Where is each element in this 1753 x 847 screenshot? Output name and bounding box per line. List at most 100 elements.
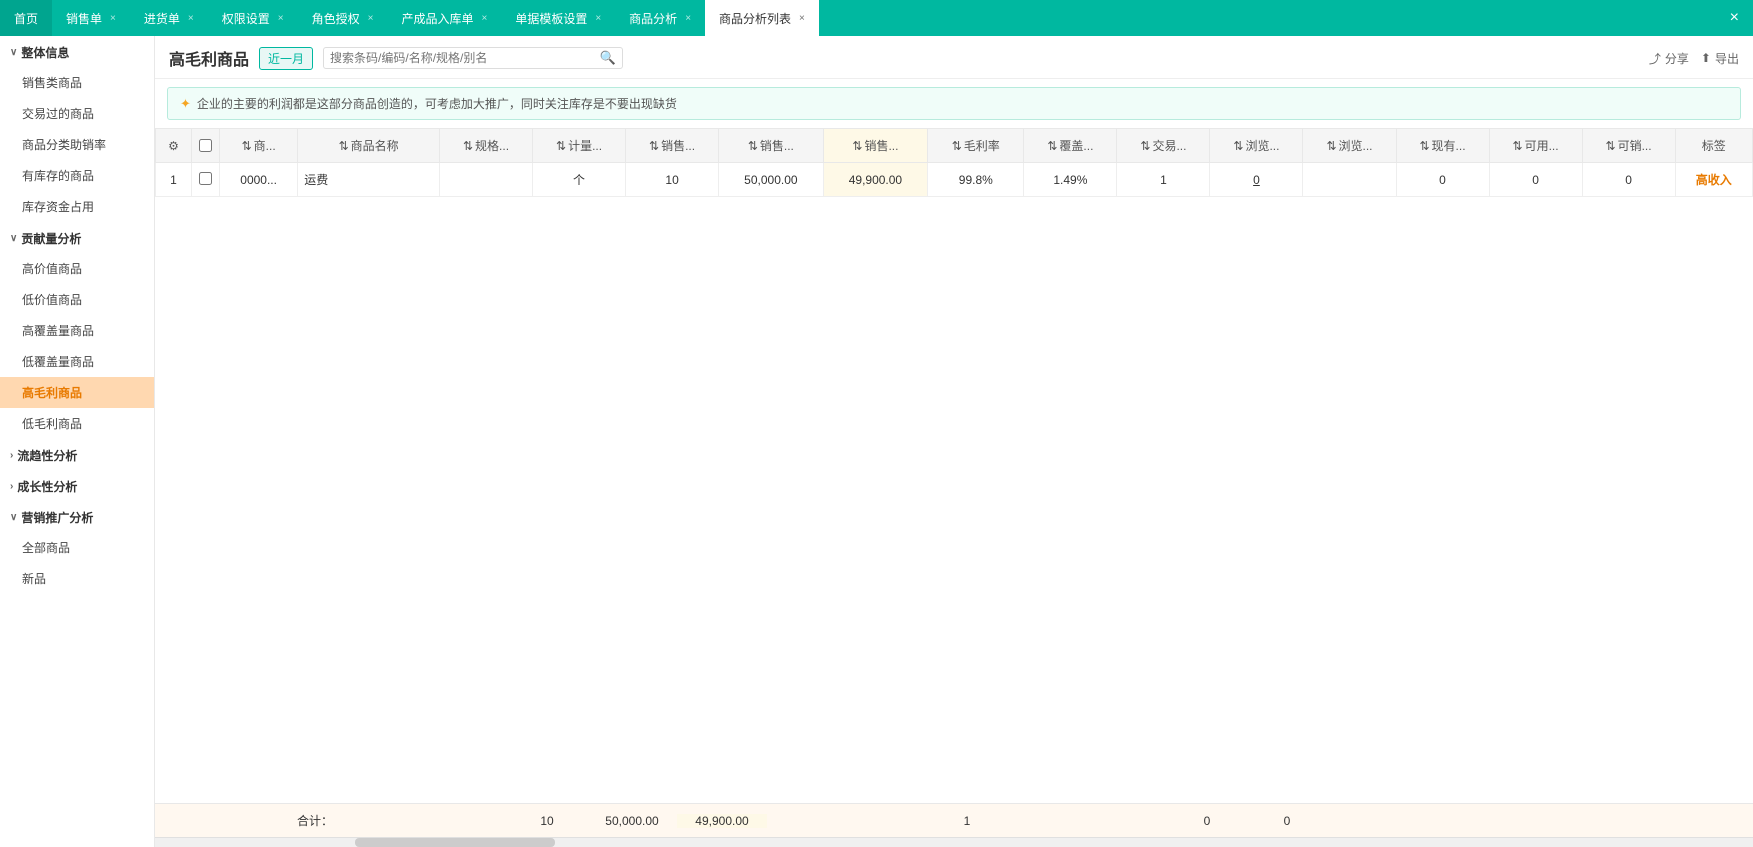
sidebar-group-label: 整体信息 bbox=[21, 44, 69, 61]
row-code: 0000... bbox=[220, 163, 298, 197]
close-icon[interactable]: × bbox=[799, 13, 805, 24]
sidebar-group-contribution[interactable]: ∨ 贡献量分析 bbox=[0, 222, 154, 253]
sidebar-item-category-rate[interactable]: 商品分类助销率 bbox=[0, 129, 154, 160]
close-icon[interactable]: × bbox=[685, 13, 691, 24]
footer-spacer3: 合计： bbox=[297, 812, 387, 829]
sidebar-item-low-coverage[interactable]: 低覆盖量商品 bbox=[0, 346, 154, 377]
row-sales-amount: 50,000.00 bbox=[719, 163, 824, 197]
col-settings[interactable]: ⚙ bbox=[156, 129, 192, 163]
sidebar-item-new-goods[interactable]: 新品 bbox=[0, 563, 154, 594]
sidebar-item-low-margin[interactable]: 低毛利商品 bbox=[0, 408, 154, 439]
sort-icon[interactable]: ⇅ bbox=[1326, 139, 1336, 153]
sidebar-group-label: 流趋性分析 bbox=[17, 447, 77, 464]
footer-sales-profit: 49,900.00 bbox=[677, 814, 767, 828]
col-label: 浏览... bbox=[1245, 137, 1279, 154]
sort-icon[interactable]: ⇅ bbox=[952, 139, 962, 153]
row-name[interactable]: 运费 bbox=[298, 163, 440, 197]
row-checkbox[interactable] bbox=[192, 163, 220, 197]
sort-icon[interactable]: ⇅ bbox=[1140, 139, 1150, 153]
nav-purchase-order[interactable]: 进货单 × bbox=[130, 0, 208, 36]
col-checkbox[interactable] bbox=[192, 129, 220, 163]
close-icon[interactable]: × bbox=[110, 13, 116, 24]
footer-sales-count: 10 bbox=[507, 814, 587, 828]
sort-icon[interactable]: ⇅ bbox=[1233, 139, 1243, 153]
row-gross-margin: 99.8% bbox=[928, 163, 1024, 197]
row-transaction: 1 bbox=[1117, 163, 1210, 197]
row-current-stock: 0 bbox=[1396, 163, 1489, 197]
col-label: 销售... bbox=[760, 137, 794, 154]
row-spec bbox=[440, 163, 533, 197]
nav-home-label: 首页 bbox=[14, 10, 38, 27]
col-name: ⇅商品名称 bbox=[298, 129, 440, 163]
expand-icon: ∨ bbox=[10, 47, 17, 58]
row-available: 0 bbox=[1489, 163, 1582, 197]
sidebar-item-high-margin[interactable]: 高毛利商品 bbox=[0, 377, 154, 408]
close-icon[interactable]: × bbox=[368, 13, 374, 24]
search-icon[interactable]: 🔍 bbox=[600, 50, 616, 66]
select-all-checkbox[interactable] bbox=[199, 139, 212, 152]
sort-icon[interactable]: ⇅ bbox=[748, 139, 758, 153]
sidebar-collapse-button[interactable]: « bbox=[154, 46, 155, 65]
col-label: 浏览... bbox=[1339, 137, 1373, 154]
row-view1[interactable]: 0 bbox=[1210, 163, 1303, 197]
sidebar-item-low-value[interactable]: 低价值商品 bbox=[0, 284, 154, 315]
table-wrapper[interactable]: ⚙ ⇅商... ⇅商品名称 ⇅规格... bbox=[155, 128, 1753, 803]
close-all-button[interactable]: × bbox=[1716, 9, 1753, 27]
table-row: 1 0000... 运费 个 10 50,000.00 49,900.00 99… bbox=[156, 163, 1753, 197]
col-sellable: ⇅可销... bbox=[1582, 129, 1675, 163]
sort-icon[interactable]: ⇅ bbox=[242, 139, 252, 153]
settings-icon[interactable]: ⚙ bbox=[168, 139, 179, 153]
export-button[interactable]: ⬆ 导出 bbox=[1701, 50, 1739, 67]
col-code: ⇅商... bbox=[220, 129, 298, 163]
top-navigation: 首页 销售单 × 进货单 × 权限设置 × 角色授权 × 产成品入库单 × 单据… bbox=[0, 0, 1753, 36]
sidebar-item-high-coverage[interactable]: 高覆盖量商品 bbox=[0, 315, 154, 346]
close-icon[interactable]: × bbox=[481, 13, 487, 24]
share-button[interactable]: ⤴ 分享 bbox=[1649, 50, 1689, 67]
sidebar-item-in-stock[interactable]: 有库存的商品 bbox=[0, 160, 154, 191]
nav-permission-settings[interactable]: 权限设置 × bbox=[208, 0, 298, 36]
sort-icon[interactable]: ⇅ bbox=[1513, 139, 1523, 153]
sort-icon[interactable]: ⇅ bbox=[556, 139, 566, 153]
col-coverage: ⇅覆盖... bbox=[1024, 129, 1117, 163]
sort-icon[interactable]: ⇅ bbox=[649, 139, 659, 153]
sort-icon[interactable]: ⇅ bbox=[339, 139, 349, 153]
close-icon[interactable]: × bbox=[188, 13, 194, 24]
col-sales-amount: ⇅销售... bbox=[719, 129, 824, 163]
sidebar-group-overall[interactable]: ∨ 整体信息 bbox=[0, 36, 154, 67]
row-view2 bbox=[1303, 163, 1396, 197]
sidebar-group-trend[interactable]: › 流趋性分析 bbox=[0, 439, 154, 470]
col-label: 商... bbox=[254, 137, 276, 154]
nav-template-settings[interactable]: 单据模板设置 × bbox=[501, 0, 615, 36]
sidebar-item-inventory-capital[interactable]: 库存资金占用 bbox=[0, 191, 154, 222]
sidebar-item-traded-goods[interactable]: 交易过的商品 bbox=[0, 98, 154, 129]
col-label: 可用... bbox=[1525, 137, 1559, 154]
close-icon[interactable]: × bbox=[595, 13, 601, 24]
nav-home[interactable]: 首页 bbox=[0, 0, 52, 36]
nav-role-auth[interactable]: 角色授权 × bbox=[298, 0, 388, 36]
sidebar-item-high-value[interactable]: 高价值商品 bbox=[0, 253, 154, 284]
sort-icon[interactable]: ⇅ bbox=[463, 139, 473, 153]
close-icon[interactable]: × bbox=[278, 13, 284, 24]
period-button[interactable]: 近一月 bbox=[259, 47, 313, 70]
nav-product-inbound[interactable]: 产成品入库单 × bbox=[387, 0, 501, 36]
horizontal-scrollbar[interactable] bbox=[155, 837, 1753, 847]
export-icon: ⬆ bbox=[1701, 51, 1711, 65]
sidebar-item-all-goods[interactable]: 全部商品 bbox=[0, 532, 154, 563]
row-select-checkbox[interactable] bbox=[199, 172, 212, 185]
nav-product-analysis-list[interactable]: 商品分析列表 × bbox=[705, 0, 819, 36]
col-label: 销售... bbox=[661, 137, 695, 154]
sort-icon[interactable]: ⇅ bbox=[1606, 139, 1616, 153]
footer-current-stock: 0 bbox=[1167, 814, 1247, 828]
search-input[interactable] bbox=[330, 51, 600, 65]
row-coverage: 1.49% bbox=[1024, 163, 1117, 197]
sidebar-item-sales-goods[interactable]: 销售类商品 bbox=[0, 67, 154, 98]
sort-icon[interactable]: ⇅ bbox=[852, 139, 862, 153]
sidebar-group-marketing[interactable]: ∨ 营销推广分析 bbox=[0, 501, 154, 532]
nav-sales-order[interactable]: 销售单 × bbox=[52, 0, 130, 36]
notice-bar: ✦ 企业的主要的利润都是这部分商品创造的，可考虑加大推广，同时关注库存是不要出现… bbox=[167, 87, 1741, 120]
sidebar-group-growth[interactable]: › 成长性分析 bbox=[0, 470, 154, 501]
sort-icon[interactable]: ⇅ bbox=[1047, 139, 1057, 153]
nav-product-analysis[interactable]: 商品分析 × bbox=[615, 0, 705, 36]
sort-icon[interactable]: ⇅ bbox=[1419, 139, 1429, 153]
nav-item-label: 进货单 bbox=[144, 10, 180, 27]
